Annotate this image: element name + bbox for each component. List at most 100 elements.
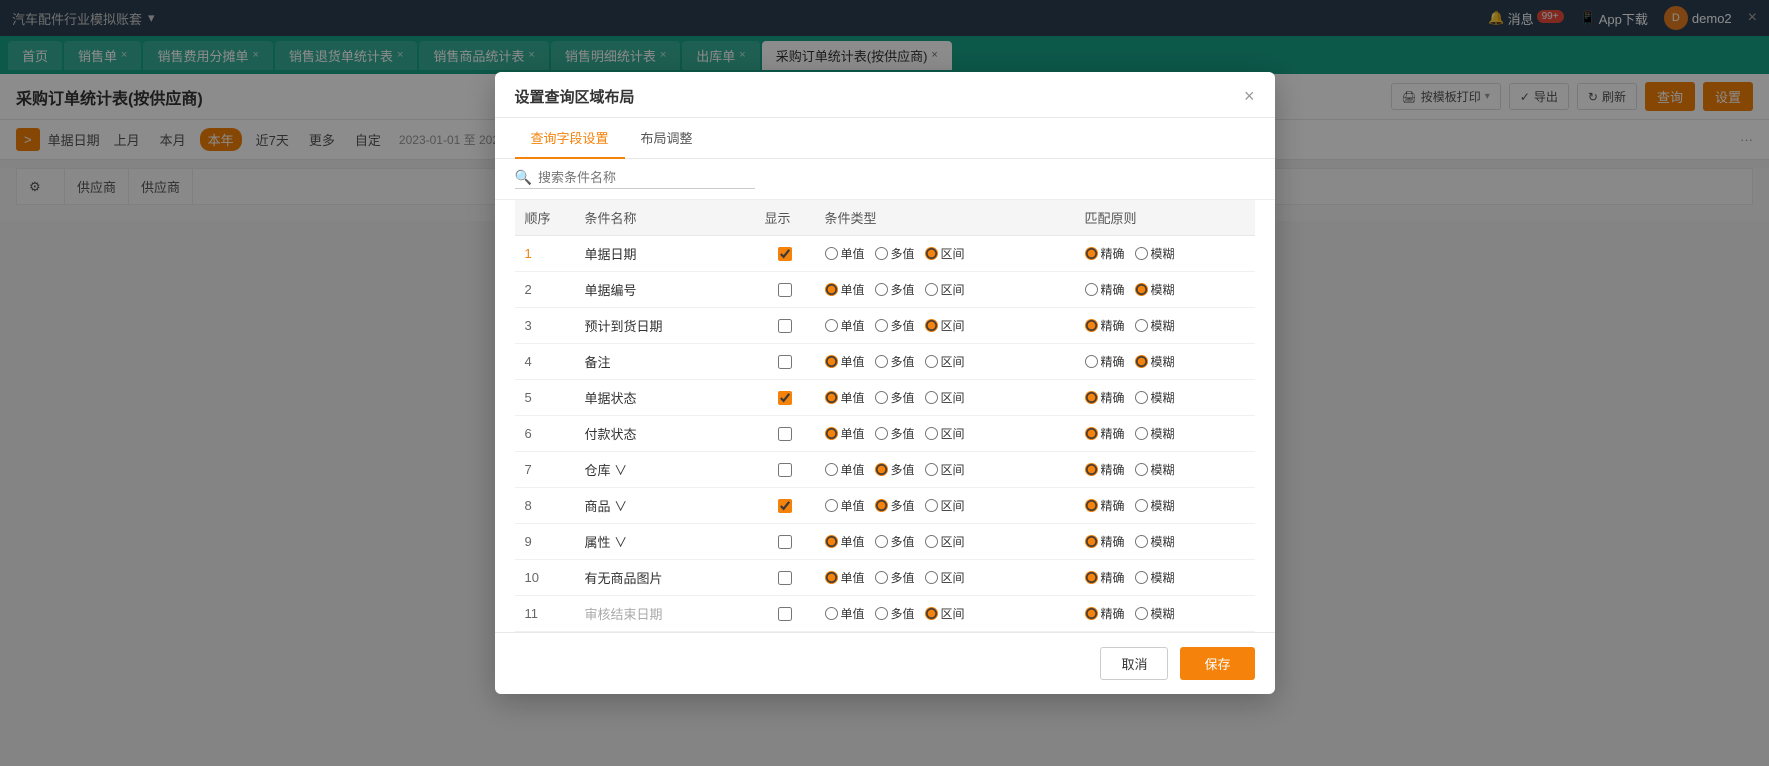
row-order-0: 1: [515, 236, 575, 272]
match-radio-0-0[interactable]: [1085, 247, 1098, 260]
search-box: 🔍: [495, 159, 1275, 200]
cancel-button[interactable]: 取消: [1100, 647, 1168, 680]
type-radio-1-2[interactable]: [925, 283, 938, 296]
tab-layout[interactable]: 布局调整: [625, 118, 709, 159]
row-order-2: 3: [515, 308, 575, 344]
table-row: 10有无商品图片单值多值区间精确模糊: [515, 560, 1255, 596]
row-type-4: 单值多值区间: [815, 380, 1075, 416]
row-display-6: [755, 452, 815, 488]
match-radio-3-1[interactable]: [1135, 355, 1148, 368]
tab-query-fields-label: 查询字段设置: [531, 131, 609, 146]
type-radio-10-1[interactable]: [875, 607, 888, 620]
checkbox-row-1[interactable]: [778, 283, 792, 297]
col-display: 显示: [755, 200, 815, 236]
row-order-9: 10: [515, 560, 575, 596]
type-radio-6-0[interactable]: [825, 463, 838, 476]
checkbox-row-2[interactable]: [778, 319, 792, 333]
type-radio-9-1[interactable]: [875, 571, 888, 584]
match-radio-1-0[interactable]: [1085, 283, 1098, 296]
dialog-close-button[interactable]: ×: [1244, 86, 1255, 107]
match-radio-2-1[interactable]: [1135, 319, 1148, 332]
match-radio-8-0[interactable]: [1085, 535, 1098, 548]
checkbox-row-10[interactable]: [778, 607, 792, 621]
match-radio-9-0[interactable]: [1085, 571, 1098, 584]
row-match-6: 精确模糊: [1075, 452, 1255, 488]
match-radio-8-1[interactable]: [1135, 535, 1148, 548]
search-icon: 🔍: [515, 169, 532, 186]
type-radio-10-0[interactable]: [825, 607, 838, 620]
type-radio-6-2[interactable]: [925, 463, 938, 476]
row-order-3: 4: [515, 344, 575, 380]
match-radio-4-1[interactable]: [1135, 391, 1148, 404]
checkbox-row-0[interactable]: [778, 247, 792, 261]
match-radio-7-1[interactable]: [1135, 499, 1148, 512]
match-radio-5-0[interactable]: [1085, 427, 1098, 440]
match-radio-4-0[interactable]: [1085, 391, 1098, 404]
type-radio-5-2[interactable]: [925, 427, 938, 440]
col-order: 顺序: [515, 200, 575, 236]
type-radio-4-1[interactable]: [875, 391, 888, 404]
search-input[interactable]: [538, 170, 738, 185]
checkbox-row-6[interactable]: [778, 463, 792, 477]
type-radio-2-1[interactable]: [875, 319, 888, 332]
row-match-7: 精确模糊: [1075, 488, 1255, 524]
row-order-1: 2: [515, 272, 575, 308]
row-display-8: [755, 524, 815, 560]
type-radio-8-0[interactable]: [825, 535, 838, 548]
type-radio-0-1[interactable]: [875, 247, 888, 260]
type-radio-7-2[interactable]: [925, 499, 938, 512]
row-name-7: 商品 ∨: [575, 488, 755, 524]
row-type-2: 单值多值区间: [815, 308, 1075, 344]
match-radio-10-0[interactable]: [1085, 607, 1098, 620]
type-radio-5-0[interactable]: [825, 427, 838, 440]
type-radio-7-1[interactable]: [875, 499, 888, 512]
checkbox-row-9[interactable]: [778, 571, 792, 585]
type-radio-3-1[interactable]: [875, 355, 888, 368]
match-radio-2-0[interactable]: [1085, 319, 1098, 332]
table-row: 5单据状态单值多值区间精确模糊: [515, 380, 1255, 416]
type-radio-2-0[interactable]: [825, 319, 838, 332]
type-radio-3-0[interactable]: [825, 355, 838, 368]
type-radio-7-0[interactable]: [825, 499, 838, 512]
type-radio-0-0[interactable]: [825, 247, 838, 260]
checkbox-row-3[interactable]: [778, 355, 792, 369]
tab-query-fields[interactable]: 查询字段设置: [515, 118, 625, 159]
type-radio-3-2[interactable]: [925, 355, 938, 368]
checkbox-row-8[interactable]: [778, 535, 792, 549]
type-radio-4-2[interactable]: [925, 391, 938, 404]
type-radio-9-2[interactable]: [925, 571, 938, 584]
checkbox-row-4[interactable]: [778, 391, 792, 405]
type-radio-1-1[interactable]: [875, 283, 888, 296]
row-match-3: 精确模糊: [1075, 344, 1255, 380]
col-type: 条件类型: [815, 200, 1075, 236]
match-radio-5-1[interactable]: [1135, 427, 1148, 440]
row-display-5: [755, 416, 815, 452]
match-radio-1-1[interactable]: [1135, 283, 1148, 296]
save-button[interactable]: 保存: [1180, 647, 1254, 680]
type-radio-10-2[interactable]: [925, 607, 938, 620]
type-radio-9-0[interactable]: [825, 571, 838, 584]
type-radio-1-0[interactable]: [825, 283, 838, 296]
match-radio-0-1[interactable]: [1135, 247, 1148, 260]
row-match-0: 精确模糊: [1075, 236, 1255, 272]
match-radio-9-1[interactable]: [1135, 571, 1148, 584]
match-radio-10-1[interactable]: [1135, 607, 1148, 620]
checkbox-row-5[interactable]: [778, 427, 792, 441]
type-radio-0-2[interactable]: [925, 247, 938, 260]
match-radio-6-1[interactable]: [1135, 463, 1148, 476]
checkbox-row-7[interactable]: [778, 499, 792, 513]
row-name-10: 审核结束日期: [575, 596, 755, 632]
match-radio-3-0[interactable]: [1085, 355, 1098, 368]
row-display-2: [755, 308, 815, 344]
match-radio-7-0[interactable]: [1085, 499, 1098, 512]
dialog-table: 顺序 条件名称 显示 条件类型 匹配原则 1单据日期单值多值区间精确模糊2单据编…: [495, 200, 1275, 632]
type-radio-4-0[interactable]: [825, 391, 838, 404]
match-radio-6-0[interactable]: [1085, 463, 1098, 476]
type-radio-8-1[interactable]: [875, 535, 888, 548]
type-radio-8-2[interactable]: [925, 535, 938, 548]
row-type-7: 单值多值区间: [815, 488, 1075, 524]
row-order-8: 9: [515, 524, 575, 560]
type-radio-2-2[interactable]: [925, 319, 938, 332]
type-radio-5-1[interactable]: [875, 427, 888, 440]
type-radio-6-1[interactable]: [875, 463, 888, 476]
